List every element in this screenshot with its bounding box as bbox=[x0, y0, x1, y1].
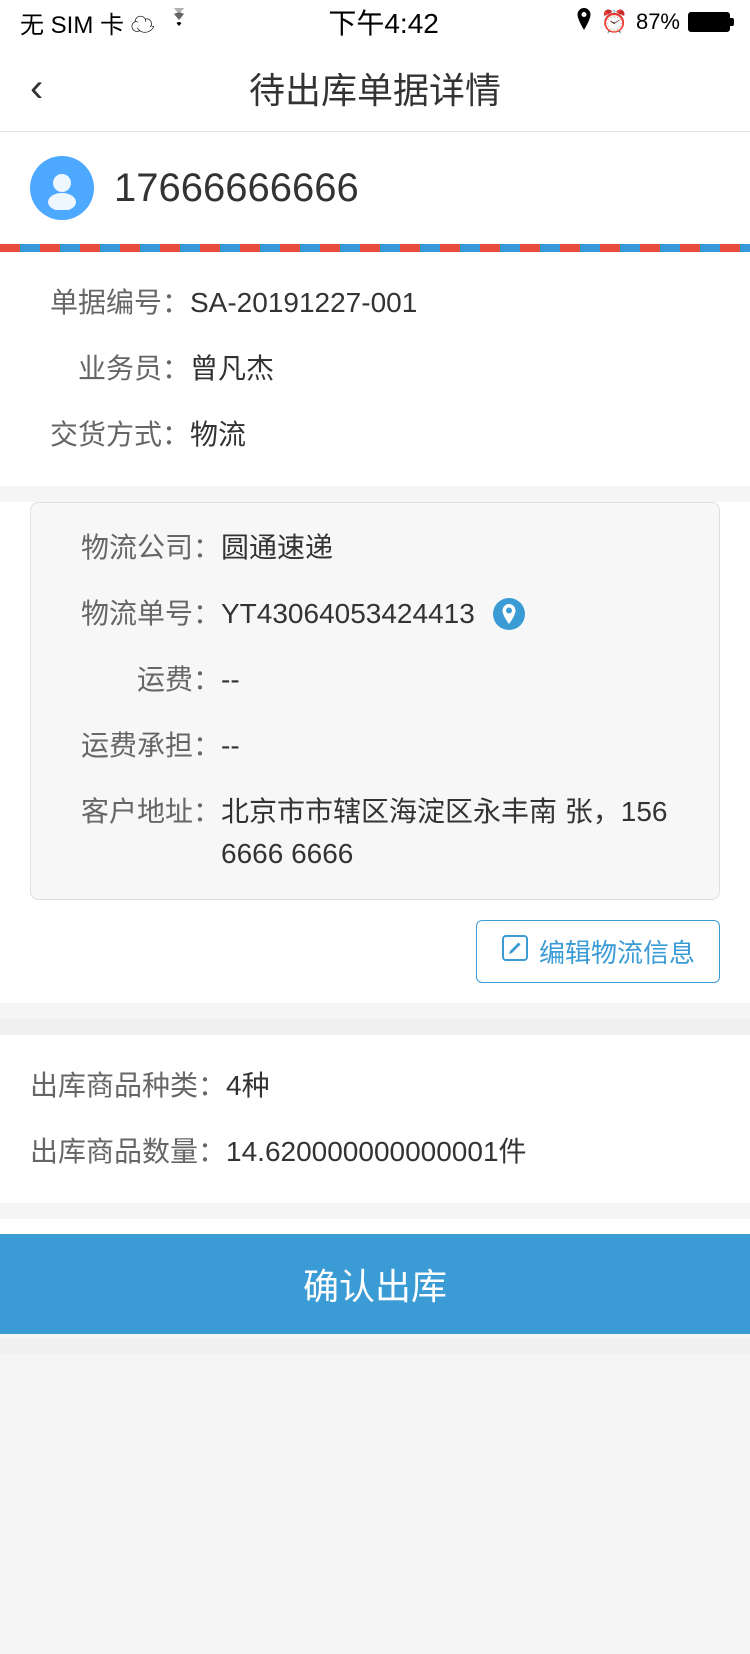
section-separator-1 bbox=[0, 1019, 750, 1035]
goods-quantity-label: 出库商品数量： bbox=[30, 1131, 226, 1173]
edit-logistics-button[interactable]: 编辑物流信息 bbox=[476, 920, 720, 983]
logistics-card: 物流公司： 圆通速递 物流单号： YT43064053424413 bbox=[30, 502, 720, 900]
sim-signal: 无 SIM 卡 ☁ bbox=[20, 5, 155, 40]
logistics-company-value: 圆通速递 bbox=[221, 527, 689, 569]
logistics-tracking-row: 物流单号： YT43064053424413 bbox=[61, 593, 689, 635]
section-separator-2 bbox=[0, 1338, 750, 1354]
logistics-tracking-value: YT43064053424413 bbox=[221, 593, 689, 635]
document-number-row: 单据编号： SA-20191227-001 bbox=[30, 282, 720, 324]
freight-label: 运费： bbox=[61, 659, 221, 701]
agent-value: 曾凡杰 bbox=[190, 348, 720, 390]
agent-label: 业务员： bbox=[30, 348, 190, 390]
battery-percent: 87% bbox=[636, 9, 680, 35]
battery-icon bbox=[688, 12, 730, 32]
back-button[interactable]: ‹ bbox=[30, 68, 43, 108]
freight-value: -- bbox=[221, 659, 689, 701]
address-row: 客户地址： 北京市市辖区海淀区永丰南 张，156 6666 6666 bbox=[61, 791, 689, 875]
empty-space bbox=[0, 1354, 750, 1554]
status-time: 下午4:42 bbox=[328, 2, 439, 42]
wifi-icon bbox=[165, 8, 193, 37]
address-value: 北京市市辖区海淀区永丰南 张，156 6666 6666 bbox=[221, 791, 689, 875]
confirm-button[interactable]: 确认出库 bbox=[0, 1234, 750, 1334]
goods-types-label: 出库商品种类： bbox=[30, 1065, 226, 1107]
edit-icon bbox=[501, 934, 529, 969]
logistics-company-row: 物流公司： 圆通速递 bbox=[61, 527, 689, 569]
goods-quantity-value: 14.620000000000001件 bbox=[226, 1131, 720, 1173]
logistics-section: 物流公司： 圆通速递 物流单号： YT43064053424413 bbox=[0, 502, 750, 1003]
avatar bbox=[30, 156, 94, 220]
map-pin-icon[interactable] bbox=[491, 596, 527, 632]
agent-row: 业务员： 曾凡杰 bbox=[30, 348, 720, 390]
freight-bearer-row: 运费承担： -- bbox=[61, 725, 689, 767]
clock-icon: ⏰ bbox=[601, 9, 628, 35]
document-number-label: 单据编号： bbox=[30, 282, 190, 324]
freight-bearer-label: 运费承担： bbox=[61, 725, 221, 767]
location-status-icon bbox=[575, 8, 593, 36]
document-number-value: SA-20191227-001 bbox=[190, 282, 720, 324]
goods-types-row: 出库商品种类： 4种 bbox=[30, 1065, 720, 1107]
nav-title: 待出库单据详情 bbox=[249, 62, 501, 114]
goods-quantity-row: 出库商品数量： 14.620000000000001件 bbox=[30, 1131, 720, 1173]
bottom-container: 确认出库 bbox=[0, 1234, 750, 1334]
goods-types-value: 4种 bbox=[226, 1065, 720, 1107]
logistics-tracking-label: 物流单号： bbox=[61, 593, 221, 635]
nav-bar: ‹ 待出库单据详情 bbox=[0, 44, 750, 132]
status-left: 无 SIM 卡 ☁ bbox=[20, 5, 193, 40]
status-right: ⏰ 87% bbox=[575, 8, 730, 36]
edit-logistics-label: 编辑物流信息 bbox=[539, 933, 695, 970]
status-bar: 无 SIM 卡 ☁ 下午4:42 ⏰ 87% bbox=[0, 0, 750, 44]
address-label: 客户地址： bbox=[61, 791, 221, 833]
freight-bearer-value: -- bbox=[221, 725, 689, 767]
edit-btn-row: 编辑物流信息 bbox=[0, 900, 750, 1003]
customer-header: 17666666666 bbox=[0, 132, 750, 244]
logistics-company-label: 物流公司： bbox=[61, 527, 221, 569]
customer-phone: 17666666666 bbox=[114, 166, 359, 211]
dashed-divider bbox=[0, 244, 750, 252]
freight-row: 运费： -- bbox=[61, 659, 689, 701]
delivery-value: 物流 bbox=[190, 414, 720, 456]
document-info-section: 单据编号： SA-20191227-001 业务员： 曾凡杰 交货方式： 物流 bbox=[0, 252, 750, 486]
delivery-row: 交货方式： 物流 bbox=[30, 414, 720, 456]
goods-section: 出库商品种类： 4种 出库商品数量： 14.620000000000001件 bbox=[0, 1035, 750, 1203]
delivery-label: 交货方式： bbox=[30, 414, 190, 456]
